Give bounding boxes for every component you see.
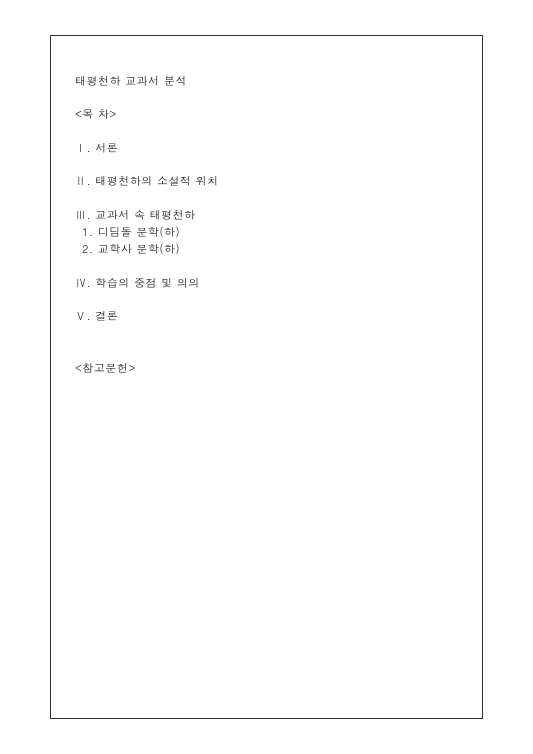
section-3-sub-2: 2. 교학사 문학(하)	[75, 242, 458, 257]
section-5: Ⅴ. 결론	[75, 309, 458, 324]
references-heading: <참고문헌>	[75, 361, 458, 376]
section-4: Ⅳ. 학습의 중점 및 의의	[75, 276, 458, 291]
document-page: 태평천하 교과서 분석 <목 차> Ⅰ. 서론 Ⅱ. 태평천하의 소설적 위치 …	[50, 35, 483, 719]
document-title: 태평천하 교과서 분석	[75, 74, 458, 89]
toc-heading: <목 차>	[75, 107, 458, 122]
section-3-sub-1: 1. 디딤돌 문학(하)	[75, 225, 458, 240]
section-3-heading: Ⅲ. 교과서 속 태평천하	[75, 208, 458, 223]
section-1: Ⅰ. 서론	[75, 141, 458, 156]
section-3: Ⅲ. 교과서 속 태평천하 1. 디딤돌 문학(하) 2. 교학사 문학(하)	[75, 208, 458, 258]
section-2: Ⅱ. 태평천하의 소설적 위치	[75, 174, 458, 189]
